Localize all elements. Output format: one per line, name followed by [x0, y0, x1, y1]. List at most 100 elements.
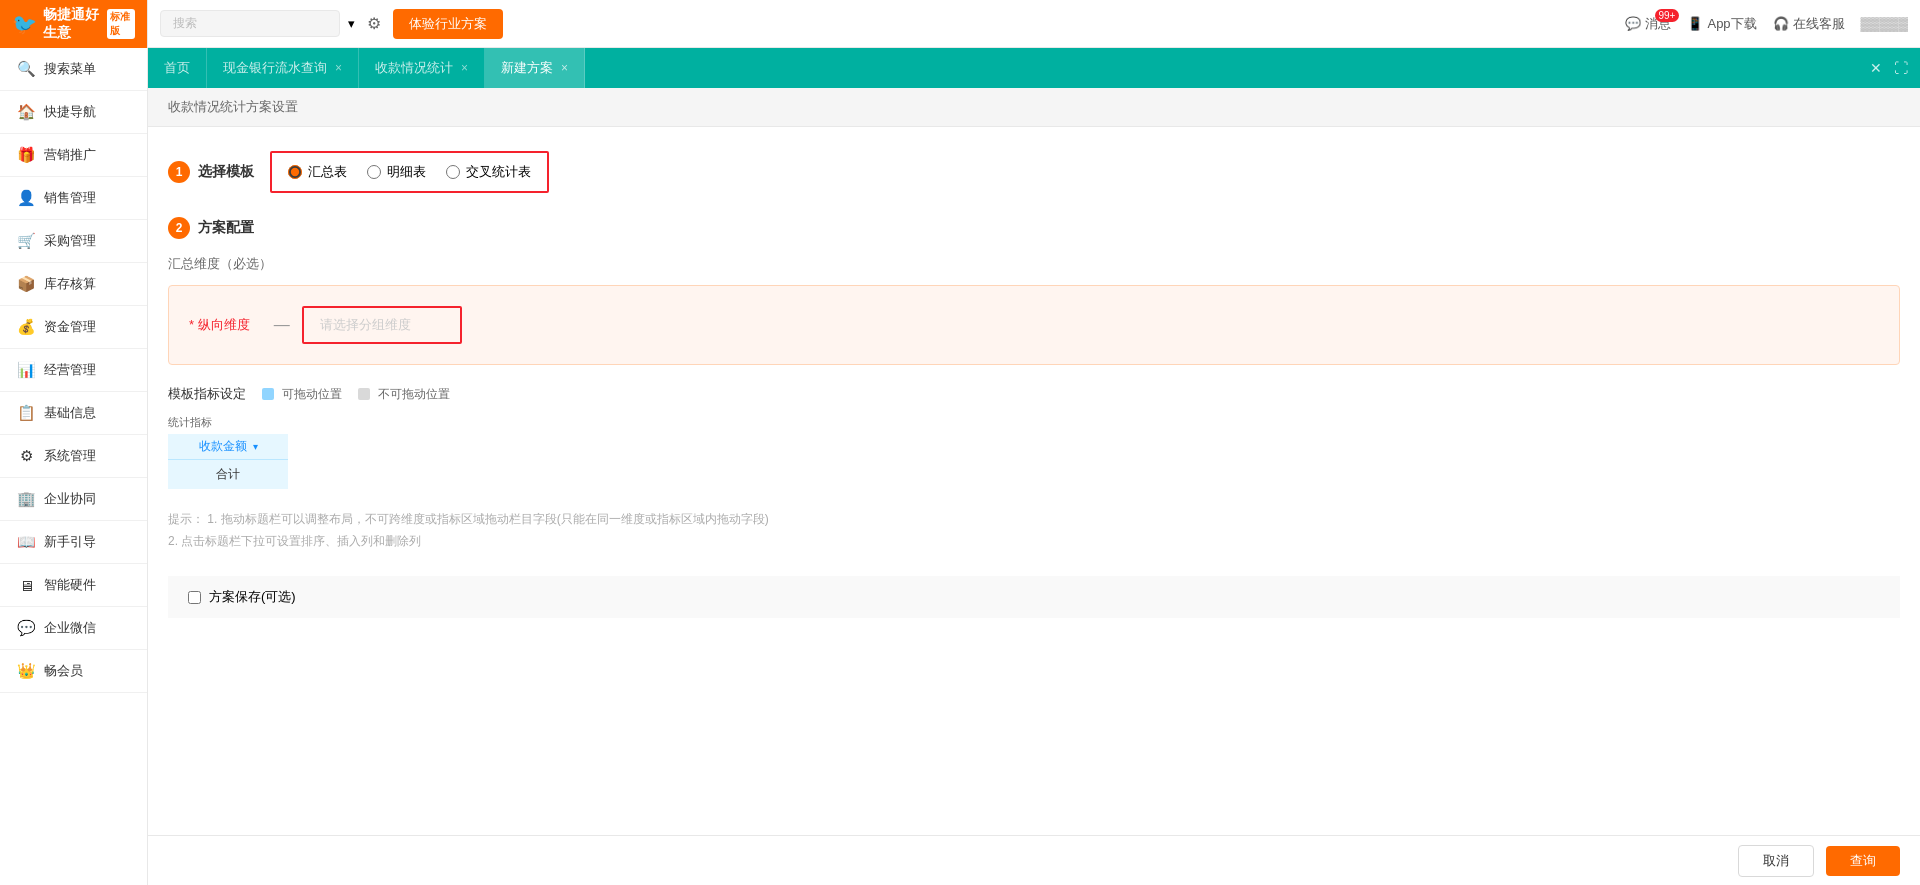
- chevron-down-icon: ▾: [253, 441, 258, 452]
- indicator-header-row[interactable]: 收款金额 ▾: [168, 434, 288, 459]
- sidebar-label-sales: 销售管理: [44, 189, 96, 207]
- gear-icon: ⚙: [16, 447, 36, 465]
- indicator-title: 模板指标设定: [168, 385, 246, 403]
- tab-close-all-btn[interactable]: ✕: [1870, 60, 1882, 76]
- tab-bank[interactable]: 现金银行流水查询 ×: [207, 48, 359, 88]
- dimension-area: * 纵向维度 — 请选择分组维度: [168, 285, 1900, 365]
- option-detail[interactable]: 明细表: [367, 163, 426, 181]
- dimension-arrow: —: [274, 316, 290, 334]
- option-summary[interactable]: 汇总表: [288, 163, 347, 181]
- sidebar-item-sales[interactable]: 👤 销售管理: [0, 177, 147, 220]
- option-cross[interactable]: 交叉统计表: [446, 163, 531, 181]
- industry-plan-button[interactable]: 体验行业方案: [393, 9, 503, 39]
- template-options: 汇总表 明细表 交叉统计表: [288, 163, 531, 181]
- chat-icon: 💬: [16, 619, 36, 637]
- cart-icon: 🛒: [16, 232, 36, 250]
- sidebar-item-nav[interactable]: 🏠 快捷导航: [0, 91, 147, 134]
- tab-new-plan-close[interactable]: ×: [561, 61, 568, 75]
- dimension-select[interactable]: 请选择分组维度: [302, 306, 462, 344]
- indicator-sum-label: 合计: [216, 467, 240, 481]
- indicator-col-name: 收款金额: [199, 438, 247, 455]
- option-summary-label: 汇总表: [308, 163, 347, 181]
- radio-summary[interactable]: [288, 165, 302, 179]
- sidebar-item-system[interactable]: ⚙ 系统管理: [0, 435, 147, 478]
- tab-collection[interactable]: 收款情况统计 ×: [359, 48, 485, 88]
- dimension-title-text: 汇总维度（必选）: [168, 256, 272, 271]
- fixed-label: 不可拖动位置: [378, 386, 450, 403]
- save-label: 方案保存(可选): [209, 588, 296, 606]
- app-logo: 🐦 畅捷通好生意 标准版: [0, 0, 147, 48]
- tab-new-plan[interactable]: 新建方案 ×: [485, 48, 585, 88]
- tab-bank-close[interactable]: ×: [335, 61, 342, 75]
- money-icon: 💰: [16, 318, 36, 336]
- breadcrumb: 收款情况统计方案设置: [168, 99, 298, 114]
- message-icon: 💬: [1625, 16, 1641, 31]
- gift-icon: 🎁: [16, 146, 36, 164]
- indicator-header: 模板指标设定 可拖动位置 不可拖动位置: [168, 385, 1900, 403]
- sidebar-item-operation[interactable]: 📊 经营管理: [0, 349, 147, 392]
- notification-badge: 99+: [1655, 9, 1680, 22]
- step1-title: 选择模板: [198, 163, 254, 181]
- sidebar-label-inventory: 库存核算: [44, 275, 96, 293]
- tab-maximize-btn[interactable]: ⛶: [1894, 60, 1908, 76]
- sidebar-item-marketing[interactable]: 🎁 营销推广: [0, 134, 147, 177]
- sidebar-item-basic[interactable]: 📋 基础信息: [0, 392, 147, 435]
- indicator-settings: 模板指标设定 可拖动位置 不可拖动位置 统计指标 收款金: [168, 385, 1900, 489]
- sidebar-label-capital: 资金管理: [44, 318, 96, 336]
- header: 搜索 ▾ ⚙ 体验行业方案 💬 消息 99+ 📱 App下载 🎧 在线客服 ▓▓…: [148, 0, 1920, 48]
- sidebar-label-nav: 快捷导航: [44, 103, 96, 121]
- person-icon: 👤: [16, 189, 36, 207]
- header-search-box[interactable]: 搜索: [160, 10, 340, 37]
- sidebar-item-purchase[interactable]: 🛒 采购管理: [0, 220, 147, 263]
- search-icon: 🔍: [16, 60, 36, 78]
- download-btn[interactable]: 📱 App下载: [1687, 15, 1756, 33]
- download-icon: 📱: [1687, 16, 1703, 31]
- sidebar-item-capital[interactable]: 💰 资金管理: [0, 306, 147, 349]
- sidebar-item-company[interactable]: 🏢 企业协同: [0, 478, 147, 521]
- sidebar-label-system: 系统管理: [44, 447, 96, 465]
- sidebar-label-wechat: 企业微信: [44, 619, 96, 637]
- header-right: 💬 消息 99+ 📱 App下载 🎧 在线客服 ▓▓▓▓▓: [1625, 15, 1908, 33]
- tab-actions: ✕ ⛶: [1846, 48, 1920, 88]
- sidebar-item-hardware[interactable]: 🖥 智能硬件: [0, 564, 147, 607]
- dimension-row: * 纵向维度 — 请选择分组维度: [189, 306, 1879, 344]
- row-dimension-label: * 纵向维度: [189, 316, 250, 334]
- support-btn[interactable]: 🎧 在线客服: [1773, 15, 1845, 33]
- radio-cross[interactable]: [446, 165, 460, 179]
- header-settings-icon[interactable]: ⚙: [367, 14, 381, 33]
- tab-new-plan-label: 新建方案: [501, 59, 553, 77]
- sidebar-item-member[interactable]: 👑 畅会员: [0, 650, 147, 693]
- sidebar-label-operation: 经营管理: [44, 361, 96, 379]
- save-checkbox[interactable]: [188, 591, 201, 604]
- sidebar-label-purchase: 采购管理: [44, 232, 96, 250]
- sidebar-label-hardware: 智能硬件: [44, 576, 96, 594]
- sidebar-item-search[interactable]: 🔍 搜索菜单: [0, 48, 147, 91]
- radio-detail[interactable]: [367, 165, 381, 179]
- monitor-icon: 🖥: [16, 577, 36, 594]
- sidebar: 🐦 畅捷通好生意 标准版 🔍 搜索菜单 🏠 快捷导航 🎁 营销推广 👤 销售管理…: [0, 0, 148, 885]
- chart-icon: 📊: [16, 361, 36, 379]
- user-avatar[interactable]: ▓▓▓▓▓: [1861, 16, 1908, 31]
- draggable-badge: [262, 388, 274, 400]
- sidebar-label-company: 企业协同: [44, 490, 96, 508]
- tabs-bar: 首页 现金银行流水查询 × 收款情况统计 × 新建方案 × ✕ ⛶: [148, 48, 1920, 88]
- drag-legend-fixed: 不可拖动位置: [358, 386, 450, 403]
- sidebar-item-guide[interactable]: 📖 新手引导: [0, 521, 147, 564]
- tab-collection-close[interactable]: ×: [461, 61, 468, 75]
- query-button[interactable]: 查询: [1826, 846, 1900, 876]
- tab-home-label: 首页: [164, 59, 190, 77]
- sidebar-label-member: 畅会员: [44, 662, 83, 680]
- sidebar-item-inventory[interactable]: 📦 库存核算: [0, 263, 147, 306]
- step2-section: 2 方案配置 汇总维度（必选） * 纵向维度 — 请选择分组维度: [168, 217, 1900, 552]
- dimension-select-placeholder: 请选择分组维度: [320, 317, 411, 332]
- tab-home[interactable]: 首页: [148, 48, 207, 88]
- cancel-button[interactable]: 取消: [1738, 845, 1814, 877]
- sidebar-item-wechat[interactable]: 💬 企业微信: [0, 607, 147, 650]
- step2-title: 方案配置: [198, 219, 254, 237]
- notification-btn[interactable]: 💬 消息 99+: [1625, 15, 1671, 33]
- stat-indicator-label: 统计指标: [168, 415, 288, 430]
- tab-collection-label: 收款情况统计: [375, 59, 453, 77]
- logo-icon: 🐦: [12, 12, 37, 36]
- header-dropdown-btn[interactable]: ▾: [348, 16, 355, 31]
- page-header: 收款情况统计方案设置: [148, 88, 1920, 127]
